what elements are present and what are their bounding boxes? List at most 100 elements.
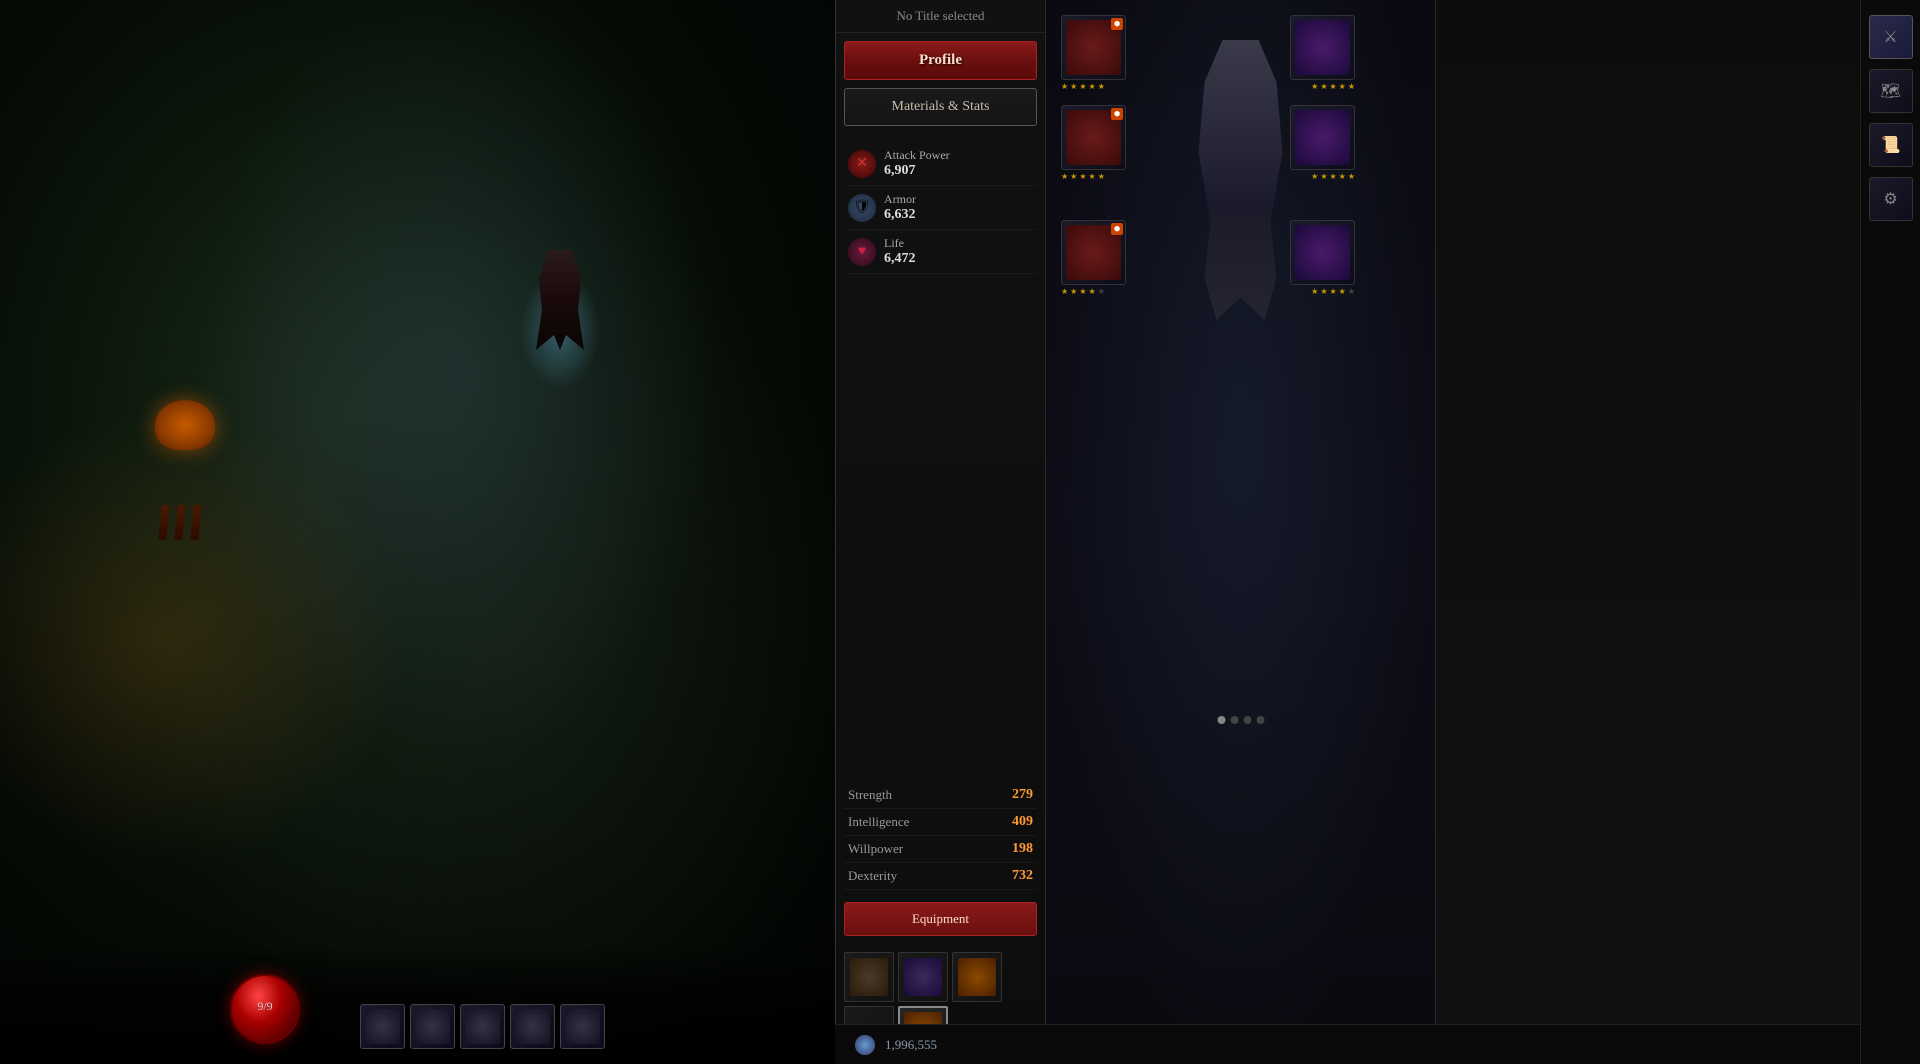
strength-value: 279	[1012, 787, 1033, 803]
inv-item-3	[958, 958, 996, 996]
armor-row: Armor 6,632	[844, 186, 1037, 230]
character-display: ⬢ ★ ★ ★ ★ ★ ★ ★ ★ ★ ★ ⬢ ★ ★ ★ ★ ★	[1046, 0, 1436, 1064]
skill-1-icon	[365, 1009, 400, 1044]
attack-power-icon	[848, 150, 876, 178]
primary-stats: Attack Power 6,907 Armor 6,632 Life 6,47…	[836, 134, 1045, 778]
scroll-dot-3	[1243, 716, 1251, 724]
star-3: ★	[1329, 287, 1336, 296]
star-4: ★	[1339, 287, 1346, 296]
skill-2-icon	[415, 1009, 450, 1044]
armor-value: 6,632	[884, 207, 1033, 223]
skill-slot-1[interactable]	[360, 1004, 405, 1049]
skill-bar	[360, 1004, 605, 1049]
dexterity-row: Dexterity 732	[844, 863, 1037, 890]
inv-slot-3[interactable]	[952, 952, 1002, 1002]
chest-stars: ★ ★ ★ ★ ★	[1061, 172, 1105, 181]
enemy-pumpkin	[155, 400, 235, 500]
secondary-stats: Strength 279 Intelligence 409 Willpower …	[836, 778, 1045, 894]
pumpkin-legs	[160, 505, 200, 540]
skill-5-icon	[565, 1009, 600, 1044]
star-5: ★	[1098, 82, 1105, 91]
life-info: Life 6,472	[884, 236, 1033, 267]
equip-slot-chest[interactable]: ⬢	[1061, 105, 1126, 170]
attack-power-label: Attack Power	[884, 148, 1033, 163]
star-4: ★	[1339, 82, 1346, 91]
nav-btn-2[interactable]: 🗺	[1869, 69, 1913, 113]
dexterity-label: Dexterity	[848, 868, 897, 884]
nav-btn-1[interactable]: ⚔	[1869, 15, 1913, 59]
character-stats-panel: No Title selected Profile Materials & St…	[836, 0, 1046, 1064]
pumpkin-leg-1	[158, 505, 169, 541]
helmet-stars: ★ ★ ★ ★ ★	[1061, 82, 1105, 91]
star-2: ★	[1070, 172, 1077, 181]
right-panel: No Title selected Profile Materials & St…	[835, 0, 1920, 1064]
armor-info: Armor 6,632	[884, 192, 1033, 223]
willpower-value: 198	[1012, 841, 1033, 857]
no-title-text: No Title selected	[896, 8, 984, 23]
life-label: Life	[884, 236, 1033, 251]
star-1: ★	[1061, 82, 1068, 91]
scroll-dots	[1217, 716, 1264, 724]
attack-power-row: Attack Power 6,907	[844, 142, 1037, 186]
currency-icon	[855, 1035, 875, 1055]
skill-slot-4[interactable]	[510, 1004, 555, 1049]
materials-stats-button[interactable]: Materials & Stats	[844, 88, 1037, 126]
nav-btn-3[interactable]: 📜	[1869, 123, 1913, 167]
star-5-empty: ★	[1348, 287, 1355, 296]
char-body	[1181, 40, 1301, 320]
equip-slot-helmet[interactable]: ⬢	[1061, 15, 1126, 80]
star-2: ★	[1070, 287, 1077, 296]
skill-slot-3[interactable]	[460, 1004, 505, 1049]
intelligence-value: 409	[1012, 814, 1033, 830]
life-value: 6,472	[884, 251, 1033, 267]
star-5: ★	[1098, 172, 1105, 181]
armor-icon	[848, 194, 876, 222]
skill-3-icon	[465, 1009, 500, 1044]
strength-label: Strength	[848, 787, 892, 803]
star-3: ★	[1329, 82, 1336, 91]
skill-slot-2[interactable]	[410, 1004, 455, 1049]
star-5: ★	[1348, 172, 1355, 181]
inv-slot-2[interactable]	[898, 952, 948, 1002]
star-5: ★	[1348, 82, 1355, 91]
game-viewport: 9/9	[0, 0, 835, 1064]
dexterity-value: 732	[1012, 868, 1033, 884]
side-navigation: ⚔ 🗺 📜 ⚙	[1860, 0, 1920, 1064]
star-4: ★	[1339, 172, 1346, 181]
bottom-currency-bar: 1,996,555	[835, 1024, 1860, 1064]
legs-stars: ★ ★ ★ ★ ★	[1061, 287, 1105, 296]
star-3: ★	[1329, 172, 1336, 181]
nav-btn-4[interactable]: ⚙	[1869, 177, 1913, 221]
intelligence-label: Intelligence	[848, 814, 909, 830]
legs-socket: ⬢	[1111, 223, 1123, 235]
bottom-hud: 9/9	[0, 944, 835, 1064]
pumpkin-body	[155, 400, 215, 450]
armor-label: Armor	[884, 192, 1033, 207]
currency-value: 1,996,555	[885, 1037, 937, 1053]
attack-power-info: Attack Power 6,907	[884, 148, 1033, 179]
equipment-button[interactable]: Equipment	[844, 902, 1037, 936]
nav-icon-2: 🗺	[1880, 81, 1900, 101]
nav-icon-4: ⚙	[1883, 189, 1897, 209]
nav-icon-3: 📜	[1881, 135, 1901, 155]
star-1: ★	[1061, 287, 1068, 296]
scroll-dot-2	[1230, 716, 1238, 724]
skill-slot-5[interactable]	[560, 1004, 605, 1049]
star-2: ★	[1070, 82, 1077, 91]
star-4: ★	[1089, 82, 1096, 91]
health-value: 9/9	[228, 999, 302, 1014]
life-row: Life 6,472	[844, 230, 1037, 274]
character-model	[1151, 20, 1331, 340]
star-4: ★	[1089, 287, 1096, 296]
willpower-label: Willpower	[848, 841, 903, 857]
star-3: ★	[1079, 287, 1086, 296]
inv-slot-1[interactable]	[844, 952, 894, 1002]
inv-item-2	[904, 958, 942, 996]
chest-socket: ⬢	[1111, 108, 1123, 120]
equip-slot-legs[interactable]: ⬢	[1061, 220, 1126, 285]
profile-button[interactable]: Profile	[844, 41, 1037, 80]
no-title-bar: No Title selected	[836, 0, 1045, 33]
scroll-dot-1	[1217, 716, 1225, 724]
skill-4-icon	[515, 1009, 550, 1044]
star-3: ★	[1079, 172, 1086, 181]
